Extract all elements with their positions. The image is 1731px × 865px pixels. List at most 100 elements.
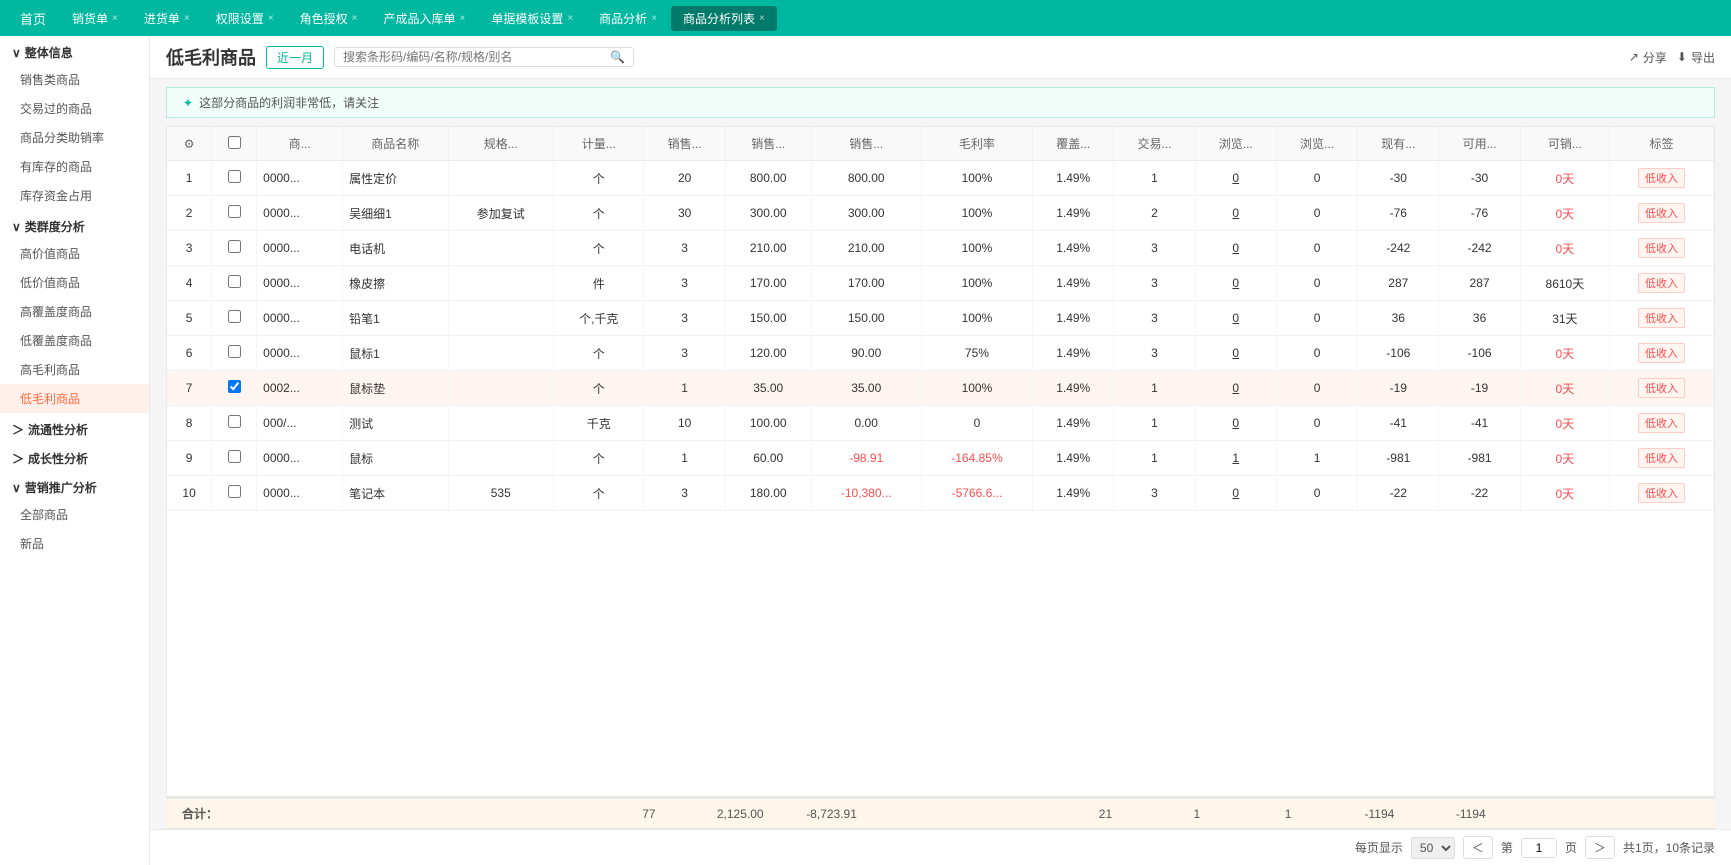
col-available[interactable]: 可用...: [1439, 127, 1520, 161]
cell-name: 鼠标1: [343, 336, 448, 371]
sidebar-item-new-products[interactable]: 新品: [0, 529, 149, 558]
cell-browse1[interactable]: 1: [1195, 441, 1276, 476]
col-browse1[interactable]: 浏览...: [1195, 127, 1276, 161]
nav-close-permission[interactable]: ×: [268, 13, 274, 24]
sidebar-item-sales-products[interactable]: 销售类商品: [0, 65, 149, 94]
nav-close-analysis-list[interactable]: ×: [759, 13, 765, 24]
col-gross-rate[interactable]: 毛利率: [921, 127, 1032, 161]
row-checkbox[interactable]: [228, 310, 241, 323]
cell-checkbox[interactable]: [212, 266, 257, 301]
sidebar-group-cluster[interactable]: ∨ 类群度分析: [0, 210, 149, 239]
col-sales-qty[interactable]: 销售...: [644, 127, 725, 161]
col-trade[interactable]: 交易...: [1114, 127, 1195, 161]
sidebar-group-circulation[interactable]: ＞ 流通性分析: [0, 413, 149, 442]
cell-checkbox[interactable]: [212, 231, 257, 266]
sidebar-item-low-coverage[interactable]: 低覆盖度商品: [0, 326, 149, 355]
page-number-input[interactable]: [1521, 838, 1557, 858]
cell-browse1[interactable]: 0: [1195, 196, 1276, 231]
col-spec[interactable]: 规格...: [448, 127, 553, 161]
col-code[interactable]: 商...: [257, 127, 343, 161]
col-coverage[interactable]: 覆盖...: [1033, 127, 1114, 161]
row-checkbox[interactable]: [228, 485, 241, 498]
search-icon[interactable]: 🔍: [610, 50, 625, 64]
export-button[interactable]: ⬇ 导出: [1677, 49, 1715, 66]
select-all-checkbox[interactable]: [228, 136, 241, 149]
cell-sales-profit: 210.00: [811, 231, 921, 266]
col-saleable[interactable]: 可销...: [1520, 127, 1609, 161]
cell-checkbox[interactable]: [212, 441, 257, 476]
sidebar-item-capital-occupation[interactable]: 库存资金占用: [0, 181, 149, 210]
col-browse2[interactable]: 浏览...: [1276, 127, 1357, 161]
nav-role-auth[interactable]: 角色授权 ×: [288, 6, 370, 31]
nav-product-inbound[interactable]: 产成品入库单 ×: [371, 6, 477, 31]
cell-browse1[interactable]: 0: [1195, 476, 1276, 511]
cell-browse1[interactable]: 0: [1195, 231, 1276, 266]
cell-checkbox[interactable]: [212, 301, 257, 336]
row-checkbox[interactable]: [228, 275, 241, 288]
nav-template-settings[interactable]: 单据模板设置 ×: [479, 6, 585, 31]
row-checkbox[interactable]: [228, 450, 241, 463]
col-name[interactable]: 商品名称: [343, 127, 448, 161]
search-box[interactable]: 🔍: [334, 47, 634, 67]
sidebar-item-low-value[interactable]: 低价值商品: [0, 268, 149, 297]
sidebar-group-growth[interactable]: ＞ 成长性分析: [0, 442, 149, 471]
nav-close-template[interactable]: ×: [567, 13, 573, 24]
sidebar-item-all-products[interactable]: 全部商品: [0, 500, 149, 529]
next-page-button[interactable]: ＞: [1585, 836, 1615, 859]
sidebar-item-low-margin[interactable]: 低毛利商品: [0, 384, 149, 413]
cell-checkbox[interactable]: [212, 196, 257, 231]
nav-close-analysis[interactable]: ×: [651, 13, 657, 24]
row-checkbox[interactable]: [228, 170, 241, 183]
col-tag[interactable]: 标签: [1610, 127, 1714, 161]
sidebar-item-high-coverage[interactable]: 高覆盖度商品: [0, 297, 149, 326]
nav-product-analysis[interactable]: 商品分析 ×: [587, 6, 669, 31]
cell-browse1[interactable]: 0: [1195, 371, 1276, 406]
nav-close-sales[interactable]: ×: [112, 13, 118, 24]
col-unit[interactable]: 计量...: [554, 127, 644, 161]
sidebar-item-traded-products[interactable]: 交易过的商品: [0, 94, 149, 123]
cell-browse1[interactable]: 0: [1195, 336, 1276, 371]
sidebar-group-overall[interactable]: ∨ 整体信息: [0, 36, 149, 65]
footer-browse1-total: 1: [1151, 807, 1242, 821]
col-sales-profit[interactable]: 销售...: [811, 127, 921, 161]
sidebar: ∨ 整体信息 销售类商品 交易过的商品 商品分类助销率 有库存的商品 库存资金占…: [0, 36, 150, 865]
col-checkbox-header[interactable]: [212, 127, 257, 161]
sidebar-group-marketing[interactable]: ∨ 营销推广分析: [0, 471, 149, 500]
row-checkbox[interactable]: [228, 380, 241, 393]
sidebar-item-high-value[interactable]: 高价值商品: [0, 239, 149, 268]
cell-browse1[interactable]: 0: [1195, 266, 1276, 301]
sidebar-item-stocked-products[interactable]: 有库存的商品: [0, 152, 149, 181]
search-input[interactable]: [343, 50, 610, 64]
nav-product-analysis-list[interactable]: 商品分析列表 ×: [671, 6, 777, 31]
cell-checkbox[interactable]: [212, 336, 257, 371]
cell-checkbox[interactable]: [212, 371, 257, 406]
cell-browse1[interactable]: 0: [1195, 301, 1276, 336]
prev-page-button[interactable]: ＜: [1463, 836, 1493, 859]
cell-sales-qty: 3: [644, 231, 725, 266]
nav-permission-settings[interactable]: 权限设置 ×: [204, 6, 286, 31]
cell-checkbox[interactable]: [212, 476, 257, 511]
col-stock[interactable]: 现有...: [1358, 127, 1439, 161]
nav-sales-order[interactable]: 销货单 ×: [60, 6, 130, 31]
sidebar-item-category-rate[interactable]: 商品分类助销率: [0, 123, 149, 152]
row-checkbox[interactable]: [228, 205, 241, 218]
col-sales-amount[interactable]: 销售...: [725, 127, 811, 161]
cell-checkbox[interactable]: [212, 406, 257, 441]
nav-purchase-order[interactable]: 进货单 ×: [132, 6, 202, 31]
share-button[interactable]: ↗ 分享: [1629, 49, 1667, 66]
page-size-select[interactable]: 50: [1411, 837, 1455, 859]
cell-browse1[interactable]: 0: [1195, 406, 1276, 441]
nav-close-product[interactable]: ×: [459, 13, 465, 24]
nav-close-role[interactable]: ×: [352, 13, 358, 24]
col-settings[interactable]: ⚙: [167, 127, 212, 161]
row-checkbox[interactable]: [228, 415, 241, 428]
nav-close-purchase[interactable]: ×: [184, 13, 190, 24]
sidebar-item-high-margin[interactable]: 高毛利商品: [0, 355, 149, 384]
cell-checkbox[interactable]: [212, 161, 257, 196]
cell-code: 0000...: [257, 161, 343, 196]
row-checkbox[interactable]: [228, 240, 241, 253]
nav-home[interactable]: 首页: [8, 5, 58, 32]
cell-browse1[interactable]: 0: [1195, 161, 1276, 196]
row-checkbox[interactable]: [228, 345, 241, 358]
filter-recent-month-button[interactable]: 近一月: [266, 46, 324, 69]
